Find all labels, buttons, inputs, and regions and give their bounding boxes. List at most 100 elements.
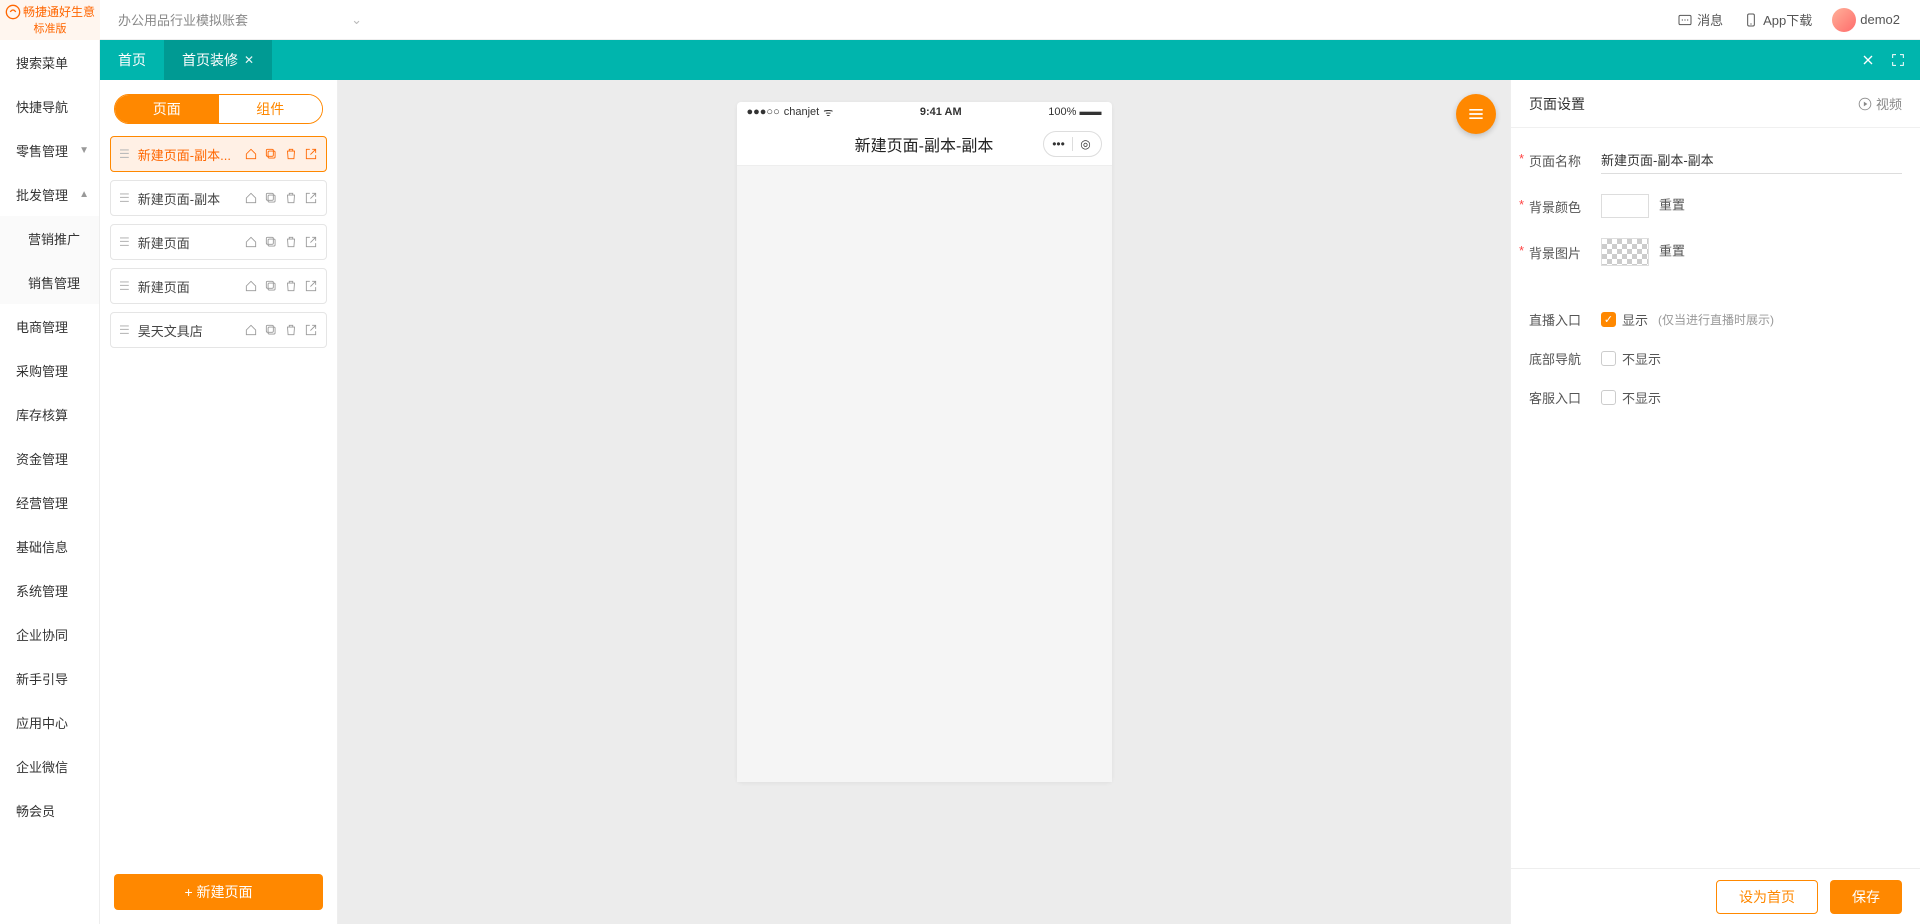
label-page-name: 页面名称 <box>1529 151 1601 170</box>
share-icon[interactable] <box>304 323 318 337</box>
sidebar-item-16[interactable]: 企业微信 <box>0 744 99 788</box>
delete-icon[interactable] <box>284 279 298 293</box>
home-icon[interactable] <box>244 279 258 293</box>
sidebar-item-11[interactable]: 基础信息 <box>0 524 99 568</box>
messages-button[interactable]: 消息 <box>1677 10 1723 29</box>
sidebar-item-15[interactable]: 应用中心 <box>0 700 99 744</box>
copy-icon[interactable] <box>264 147 278 161</box>
message-icon <box>1677 12 1693 28</box>
delete-icon[interactable] <box>284 323 298 337</box>
set-home-button[interactable]: 设为首页 <box>1716 880 1818 914</box>
page-name: 新建页面-副本... <box>138 145 236 164</box>
drag-icon[interactable]: ☰ <box>119 147 130 161</box>
page-item-0[interactable]: ☰ 新建页面-副本... <box>110 136 327 172</box>
user-menu[interactable]: demo2 <box>1832 8 1900 32</box>
sidebar-item-5[interactable]: 销售管理 <box>0 260 99 304</box>
sidebar-item-1[interactable]: 快捷导航 <box>0 84 99 128</box>
share-icon[interactable] <box>304 279 318 293</box>
delete-icon[interactable] <box>284 191 298 205</box>
video-help-button[interactable]: 视频 <box>1858 94 1902 113</box>
home-icon[interactable] <box>244 191 258 205</box>
brand-line2: 标准版 <box>34 20 67 36</box>
fullscreen-icon[interactable] <box>1890 52 1906 68</box>
sidebar-item-0[interactable]: 搜索菜单 <box>0 40 99 84</box>
menu-fab[interactable] <box>1456 94 1496 134</box>
chevron-down-icon: ⌄ <box>351 12 362 28</box>
checkbox-service[interactable] <box>1601 390 1616 405</box>
segment-control: 页面 组件 <box>114 94 323 124</box>
seg-component[interactable]: 组件 <box>219 95 323 123</box>
miniprogram-capsule[interactable]: ••• ◎ <box>1043 131 1102 157</box>
sidebar-item-3[interactable]: 批发管理▲ <box>0 172 99 216</box>
phone-preview: ●●●○○ chanjet ᯤ 9:41 AM 100% ▬▬ 新建页面-副本-… <box>737 102 1112 782</box>
target-icon[interactable]: ◎ <box>1077 135 1095 153</box>
close-all-icon[interactable] <box>1860 52 1876 68</box>
tab-1[interactable]: 首页装修✕ <box>164 40 272 80</box>
bg-color-swatch[interactable] <box>1601 194 1649 218</box>
menu-icon <box>1466 104 1486 124</box>
tab-bar: 首页首页装修✕ <box>100 40 1920 80</box>
drag-icon[interactable]: ☰ <box>119 323 130 337</box>
copy-icon[interactable] <box>264 323 278 337</box>
bg-image-swatch[interactable] <box>1601 238 1649 266</box>
save-button[interactable]: 保存 <box>1830 880 1902 914</box>
caret-icon: ▲ <box>79 189 89 200</box>
page-name: 新建页面-副本 <box>138 189 236 208</box>
copy-icon[interactable] <box>264 191 278 205</box>
share-icon[interactable] <box>304 191 318 205</box>
sidebar-item-10[interactable]: 经营管理 <box>0 480 99 524</box>
tab-0[interactable]: 首页 <box>100 40 164 80</box>
sidebar-item-6[interactable]: 电商管理 <box>0 304 99 348</box>
sidebar-item-7[interactable]: 采购管理 <box>0 348 99 392</box>
new-page-button[interactable]: + 新建页面 <box>114 874 323 910</box>
sidebar-item-9[interactable]: 资金管理 <box>0 436 99 480</box>
app-download-button[interactable]: App下载 <box>1743 10 1812 29</box>
label-live-entry: 直播入口 <box>1529 310 1601 329</box>
topbar: 畅捷通好生意 标准版 办公用品行业模拟账套 ⌄ 消息 App下载 demo2 <box>0 0 1920 40</box>
home-icon[interactable] <box>244 235 258 249</box>
sidebar-item-12[interactable]: 系统管理 <box>0 568 99 612</box>
sidebar-item-2[interactable]: 零售管理▼ <box>0 128 99 172</box>
checkbox-live[interactable]: ✓ <box>1601 312 1616 327</box>
brand-logo[interactable]: 畅捷通好生意 标准版 <box>0 0 100 40</box>
input-page-name[interactable] <box>1601 146 1902 174</box>
sidebar-item-8[interactable]: 库存核算 <box>0 392 99 436</box>
reset-bg-image[interactable]: 重置 <box>1659 243 1685 258</box>
drag-icon[interactable]: ☰ <box>119 279 130 293</box>
label-bg-color: 背景颜色 <box>1529 197 1601 216</box>
sidebar-item-4[interactable]: 营销推广 <box>0 216 99 260</box>
label-bottom-nav: 底部导航 <box>1529 349 1601 368</box>
share-icon[interactable] <box>304 235 318 249</box>
sidebar-item-13[interactable]: 企业协同 <box>0 612 99 656</box>
brand-icon <box>5 4 21 20</box>
label-service: 客服入口 <box>1529 388 1601 407</box>
sidebar-item-14[interactable]: 新手引导 <box>0 656 99 700</box>
tab-close-icon[interactable]: ✕ <box>244 53 254 67</box>
delete-icon[interactable] <box>284 235 298 249</box>
seg-page[interactable]: 页面 <box>115 95 219 123</box>
page-item-3[interactable]: ☰ 新建页面 <box>110 268 327 304</box>
canvas: ●●●○○ chanjet ᯤ 9:41 AM 100% ▬▬ 新建页面-副本-… <box>338 80 1510 924</box>
reset-bg-color[interactable]: 重置 <box>1659 197 1685 212</box>
copy-icon[interactable] <box>264 235 278 249</box>
page-panel: 页面 组件 ☰ 新建页面-副本... ☰ 新建页面-副本 ☰ 新建页面 ☰ 新建 <box>100 80 338 924</box>
sidebar-item-17[interactable]: 畅会员 <box>0 788 99 832</box>
page-item-4[interactable]: ☰ 昊天文具店 <box>110 312 327 348</box>
page-item-2[interactable]: ☰ 新建页面 <box>110 224 327 260</box>
more-icon[interactable]: ••• <box>1050 135 1068 153</box>
drag-icon[interactable]: ☰ <box>119 235 130 249</box>
phone-time: 9:41 AM <box>920 106 962 118</box>
page-item-1[interactable]: ☰ 新建页面-副本 <box>110 180 327 216</box>
wifi-icon: ᯤ <box>823 105 833 120</box>
account-selector[interactable]: 办公用品行业模拟账套 ⌄ <box>110 5 370 35</box>
drag-icon[interactable]: ☰ <box>119 191 130 205</box>
copy-icon[interactable] <box>264 279 278 293</box>
label-bg-image: 背景图片 <box>1529 243 1601 262</box>
delete-icon[interactable] <box>284 147 298 161</box>
sidebar: 搜索菜单快捷导航零售管理▼批发管理▲营销推广销售管理电商管理采购管理库存核算资金… <box>0 40 100 924</box>
share-icon[interactable] <box>304 147 318 161</box>
phone-body[interactable] <box>737 166 1112 782</box>
home-icon[interactable] <box>244 323 258 337</box>
home-icon[interactable] <box>244 147 258 161</box>
checkbox-bottom-nav[interactable] <box>1601 351 1616 366</box>
